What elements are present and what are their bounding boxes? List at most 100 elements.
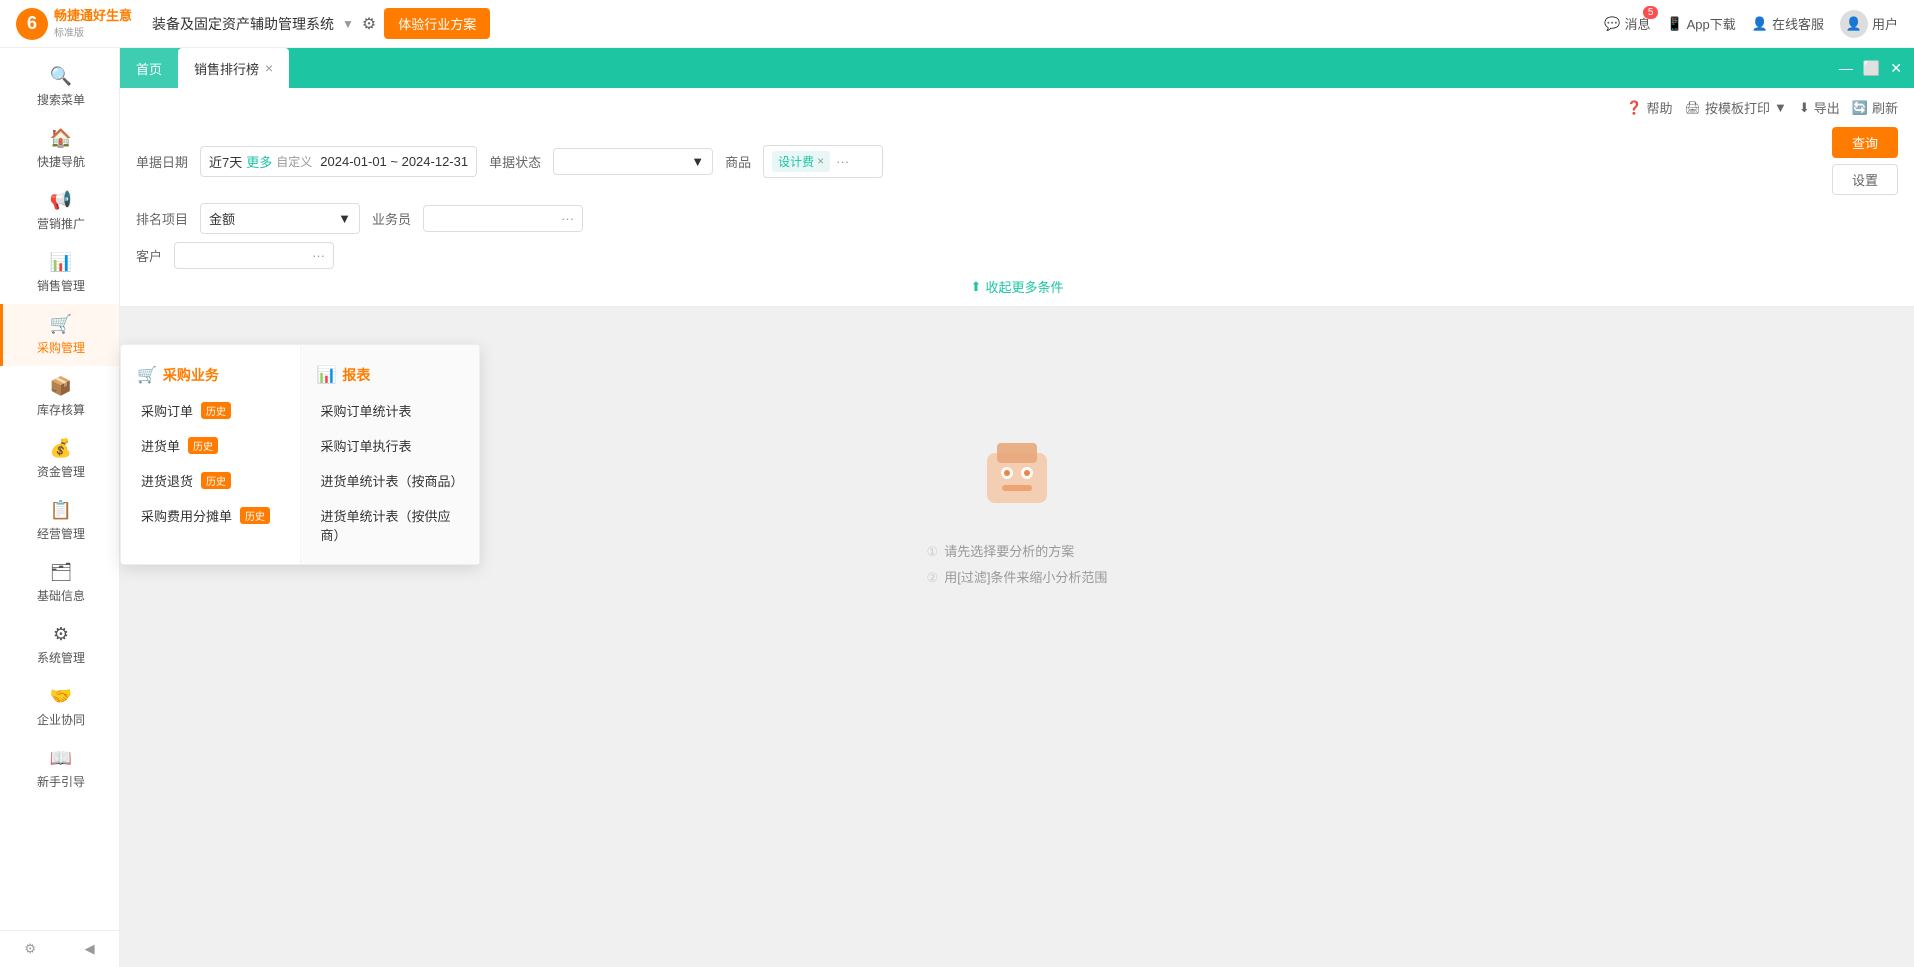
sidebar-label-marketing: 营销推广 [37, 215, 85, 232]
doc-status-select[interactable]: ▼ [553, 148, 713, 175]
sidebar-item-inventory[interactable]: 📦 库存核算 [0, 366, 119, 428]
print-icon: 🖨 [1684, 100, 1701, 116]
empty-illustration [957, 423, 1077, 523]
basic-icon: 🗂 [50, 562, 73, 583]
tab-sales-rank-label: 销售排行榜 [194, 59, 259, 78]
settings-icon[interactable]: ⚙ [362, 14, 376, 34]
tab-close-icon[interactable]: × [265, 60, 273, 76]
help-btn[interactable]: ❓ 帮助 [1626, 98, 1672, 117]
collapse-row: ⬆ 收起更多条件 [136, 277, 1898, 296]
sidebar-bottom: ⚙ ◀ [0, 930, 119, 967]
tab-home[interactable]: 首页 [120, 48, 178, 88]
export-icon: ⬇ [1799, 100, 1810, 116]
query-btn[interactable]: 查询 [1832, 127, 1898, 158]
user-btn[interactable]: 👤 用户 [1840, 10, 1898, 38]
customer-input[interactable]: ··· [174, 242, 334, 269]
date-custom[interactable]: 自定义 [276, 153, 312, 170]
customer-more-icon[interactable]: ··· [312, 248, 325, 263]
history-badge-3: 历史 [240, 507, 270, 524]
dropdown-report-label-3: 进货单统计表（按供应商） [321, 506, 460, 544]
sidebar-item-marketing[interactable]: 📢 营销推广 [0, 180, 119, 242]
empty-hint-1: ① 请先选择要分析的方案 [927, 539, 1108, 565]
tab-minimize-icon[interactable]: — [1839, 60, 1853, 76]
purchase-biz-icon: 🛒 [137, 365, 157, 385]
salesman-more-icon[interactable]: ··· [561, 211, 574, 226]
filter-toolbar-row: ❓ 帮助 🖨 按模板打印 ▼ ⬇ 导出 🔄 刷新 [136, 98, 1898, 117]
dropdown-item-expense[interactable]: 采购费用分摊单 历史 [121, 498, 300, 533]
goods-more-icon[interactable]: ··· [836, 154, 849, 169]
sidebar-item-search[interactable]: 🔍 搜索菜单 [0, 56, 119, 118]
set-btn[interactable]: 设置 [1832, 164, 1898, 195]
system-icon: ⚙ [53, 624, 69, 645]
top-header: 6 畅捷通好生意 标准版 装备及固定资产辅助管理系统 ▼ ⚙ 体验行业方案 💬 … [0, 0, 1914, 48]
dropdown-item-report-2[interactable]: 进货单统计表（按商品） [301, 463, 480, 498]
help-icon: ❓ [1626, 100, 1642, 116]
tab-sales-rank[interactable]: 销售排行榜 × [178, 48, 289, 88]
industry-btn[interactable]: 体验行业方案 [384, 8, 490, 39]
dropdown-col-left: 🛒 采购业务 采购订单 历史 进货单 历史 进货退货 [121, 345, 300, 564]
logo-sub: 标准版 [54, 24, 132, 39]
tab-maximize-icon[interactable]: ⬜ [1863, 60, 1880, 77]
purchase-icon: 🛒 [50, 314, 72, 335]
operations-icon: 📋 [50, 500, 72, 521]
guide-icon: 📖 [50, 748, 72, 769]
dropdown-item-report-0[interactable]: 采购订单统计表 [301, 393, 480, 428]
goods-tag: 设计费 × [772, 151, 830, 172]
dropdown-col-right-header: 📊 报表 [301, 357, 480, 393]
dropdown-item-label-3: 采购费用分摊单 [141, 506, 232, 525]
sidebar-label-system: 系统管理 [37, 649, 85, 666]
sidebar-settings-icon[interactable]: ⚙ [24, 941, 36, 957]
dropdown-item-report-1[interactable]: 采购订单执行表 [301, 428, 480, 463]
sales-icon: 📊 [50, 252, 72, 273]
message-btn[interactable]: 💬 消息 5 [1604, 14, 1650, 33]
logo-text: 畅捷通好生意 标准版 [54, 8, 132, 39]
refresh-icon: 🔄 [1852, 100, 1868, 116]
collapse-up-icon: ⬆ [971, 279, 982, 295]
sidebar-item-purchase[interactable]: 🛒 采购管理 [0, 304, 119, 366]
dropdown-report-label-1: 采购订单执行表 [321, 436, 412, 455]
sidebar-item-finance[interactable]: 💰 资金管理 [0, 428, 119, 490]
date-more[interactable]: 更多 [246, 152, 272, 171]
date-value: 近7天 [209, 152, 242, 171]
system-title: 装备及固定资产辅助管理系统 [152, 14, 334, 34]
doc-status-arrow: ▼ [691, 154, 704, 169]
service-btn[interactable]: 👤 在线客服 [1752, 14, 1824, 33]
goods-input[interactable]: 设计费 × ··· [763, 145, 883, 178]
dropdown-report-label-2: 进货单统计表（按商品） [321, 471, 460, 490]
print-btn[interactable]: 🖨 按模板打印 ▼ [1684, 98, 1786, 117]
inventory-icon: 📦 [50, 376, 72, 397]
sidebar-item-basic[interactable]: 🗂 基础信息 [0, 552, 119, 614]
sidebar-collapse-icon[interactable]: ◀ [85, 941, 95, 957]
header-center: 装备及固定资产辅助管理系统 ▼ ⚙ 体验行业方案 [136, 8, 1604, 39]
dropdown-item-report-3[interactable]: 进货单统计表（按供应商） [301, 498, 480, 552]
goods-tag-remove[interactable]: × [817, 154, 824, 168]
collab-icon: 🤝 [50, 686, 72, 707]
history-badge-0: 历史 [201, 402, 231, 419]
sidebar-label-purchase: 采购管理 [37, 339, 85, 356]
date-input[interactable]: 近7天 更多 自定义 2024-01-01 ~ 2024-12-31 [200, 146, 477, 177]
collapse-btn[interactable]: ⬆ 收起更多条件 [971, 277, 1064, 296]
export-btn[interactable]: ⬇ 导出 [1799, 98, 1840, 117]
rank-select[interactable]: 金额 ▼ [200, 203, 360, 234]
tab-close-all-icon[interactable]: ✕ [1890, 60, 1902, 77]
sidebar-item-nav[interactable]: 🏠 快捷导航 [0, 118, 119, 180]
rank-label: 排名项目 [136, 209, 188, 228]
salesman-input[interactable]: ··· [423, 205, 583, 232]
sidebar-item-operations[interactable]: 📋 经营管理 [0, 490, 119, 552]
sidebar-item-guide[interactable]: 📖 新手引导 [0, 738, 119, 800]
refresh-btn[interactable]: 🔄 刷新 [1852, 98, 1898, 117]
sidebar-item-system[interactable]: ⚙ 系统管理 [0, 614, 119, 676]
sidebar-item-sales[interactable]: 📊 销售管理 [0, 242, 119, 304]
sidebar: 🔍 搜索菜单 🏠 快捷导航 📢 营销推广 📊 销售管理 🛒 采购管理 [0, 48, 120, 967]
dropdown-item-return[interactable]: 进货退货 历史 [121, 463, 300, 498]
user-label: 用户 [1872, 14, 1898, 33]
sidebar-item-collab[interactable]: 🤝 企业协同 [0, 676, 119, 738]
dropdown-item-purchase-order[interactable]: 采购订单 历史 [121, 393, 300, 428]
tab-home-label: 首页 [136, 59, 162, 78]
home-icon: 🏠 [50, 128, 72, 149]
dropdown-item-incoming[interactable]: 进货单 历史 [121, 428, 300, 463]
filter-row-1: 单据日期 近7天 更多 自定义 2024-01-01 ~ 2024-12-31 … [136, 127, 1898, 195]
app-download-btn[interactable]: 📱 App下载 [1666, 14, 1735, 33]
dropdown-arrow-icon[interactable]: ▼ [342, 17, 354, 31]
date-range-value: 2024-01-01 ~ 2024-12-31 [320, 154, 468, 169]
